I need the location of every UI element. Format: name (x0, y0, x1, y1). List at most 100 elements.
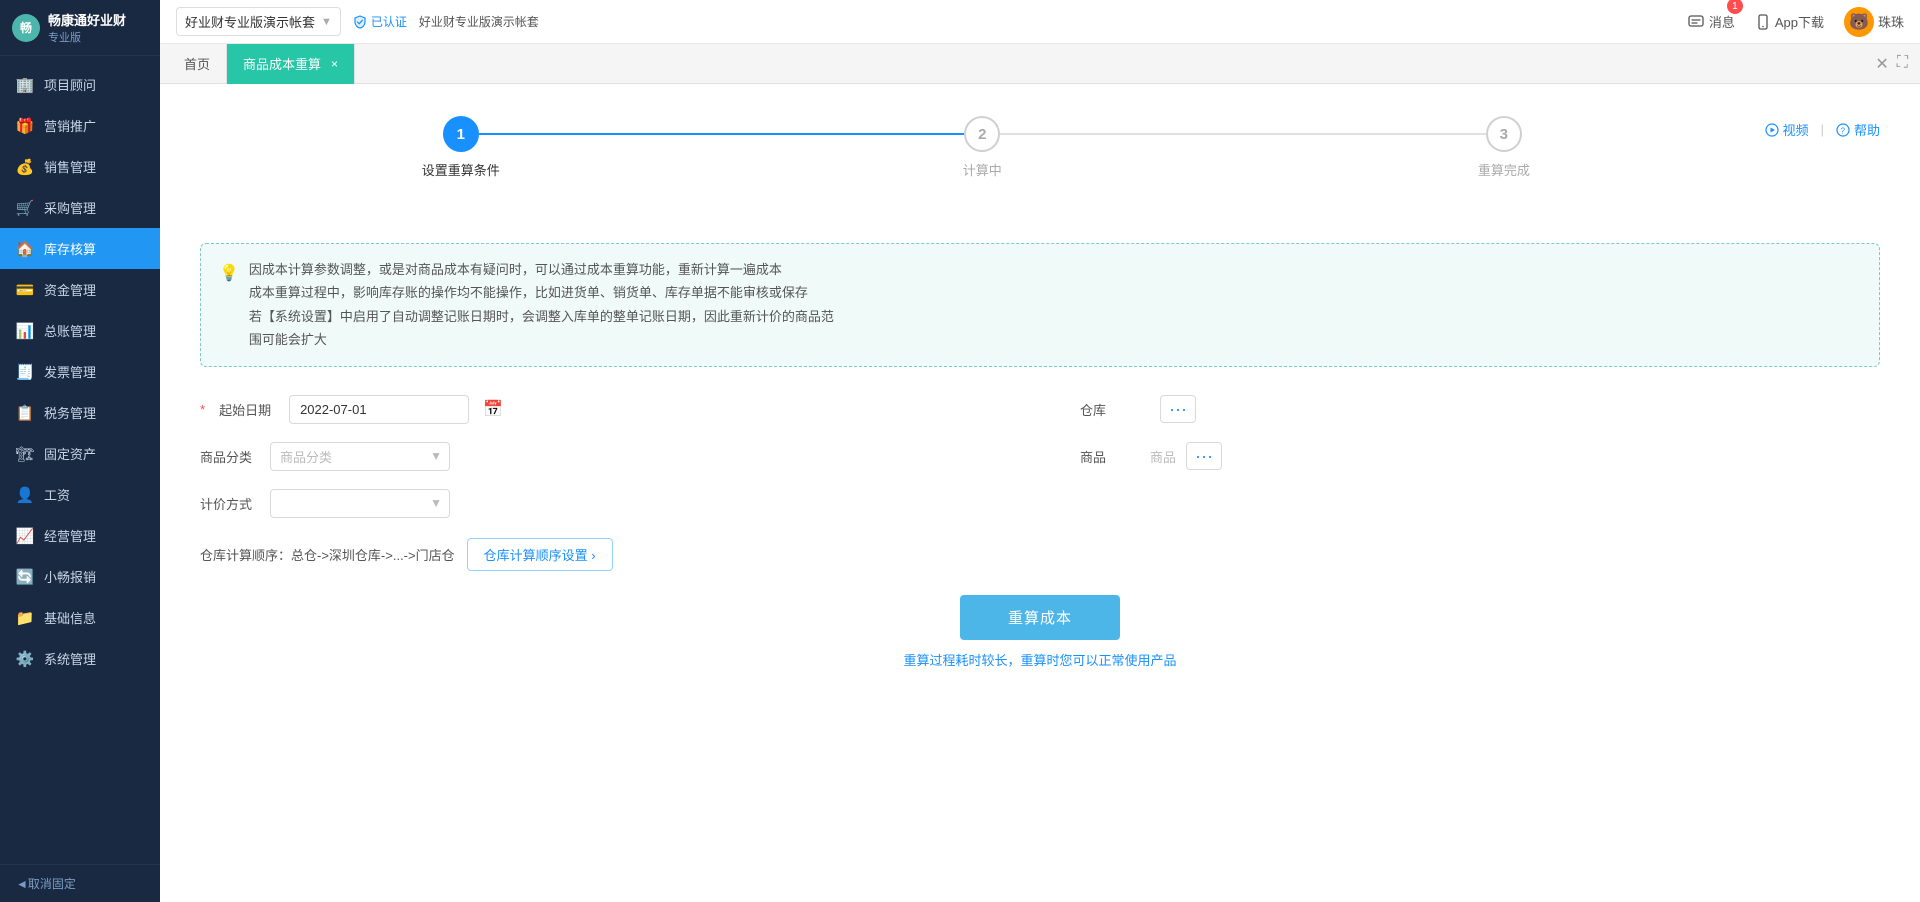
sidebar-item-payroll[interactable]: 👤 工资 (0, 474, 160, 515)
app-edition: 专业版 (48, 29, 126, 45)
sidebar-pin-toggle[interactable]: ◄取消固定 (0, 864, 160, 902)
step-3-circle: 3 (1486, 116, 1522, 152)
start-date-group: * 起始日期 📅 (200, 395, 1000, 424)
warehouse-select-button[interactable]: ··· (1160, 395, 1196, 423)
start-date-input[interactable] (289, 395, 469, 424)
payroll-icon: 👤 (16, 486, 34, 504)
tab-active-label: 商品成本重算 (243, 54, 321, 73)
video-button[interactable]: 视频 (1765, 120, 1809, 139)
step-3: 3 重算完成 (1243, 116, 1765, 179)
form-row-2: 商品分类 ▼ 商品分类 商品 商品 ··· (200, 442, 1880, 471)
system-icon: ⚙️ (16, 650, 34, 668)
assets-icon: 🏗 (16, 445, 34, 463)
app-download-button[interactable]: App下载 (1755, 12, 1824, 31)
info-line-2: 成本重算过程中，影响库存账的操作均不能操作，比如进货单、销货单、库存单据不能审核… (249, 281, 834, 304)
form-section: * 起始日期 📅 仓库 ··· 商品分类 (200, 395, 1880, 518)
operations-icon: 📈 (16, 527, 34, 545)
account-select-label: 好业财专业版演示帐套 (185, 12, 315, 31)
topbar-right: 1 消息 App下载 🐻 珠珠 (1687, 7, 1904, 37)
calendar-icon[interactable]: 📅 (483, 399, 503, 419)
sidebar-item-invoice[interactable]: 🧾 发票管理 (0, 351, 160, 392)
sidebar-item-tax[interactable]: 📋 税务管理 (0, 392, 160, 433)
step-1: 1 设置重算条件 (200, 116, 722, 179)
step-2-label: 计算中 (963, 160, 1002, 179)
sidebar-item-inventory[interactable]: 🏠 库存核算 (0, 228, 160, 269)
stepper: 1 设置重算条件 2 计算中 3 (200, 116, 1765, 179)
sidebar-item-accounting[interactable]: 📊 总账管理 (0, 310, 160, 351)
tab-home-label: 首页 (184, 54, 210, 73)
start-date-label: 起始日期 (219, 400, 279, 419)
pricing-select[interactable] (270, 489, 450, 518)
bulb-icon: 💡 (219, 260, 239, 352)
step-1-circle: 1 (443, 116, 479, 152)
tab-close-button[interactable]: × (331, 57, 338, 71)
phone-icon (1755, 14, 1771, 30)
product-select-button[interactable]: ··· (1186, 442, 1222, 470)
category-select[interactable] (270, 442, 450, 471)
account-name: 好业财专业版演示帐套 (419, 13, 539, 30)
recalc-button[interactable]: 重算成本 (960, 595, 1120, 640)
sidebar-item-operations[interactable]: 📈 经营管理 (0, 515, 160, 556)
sidebar-item-label: 项目顾问 (44, 75, 96, 94)
verified-label: 已认证 (371, 13, 407, 30)
sidebar-item-expense[interactable]: 🔄 小畅报销 (0, 556, 160, 597)
sidebar-item-label: 基础信息 (44, 608, 96, 627)
unpin-label: ◄取消固定 (16, 875, 76, 892)
sidebar-item-purchase[interactable]: 🛒 采购管理 (0, 187, 160, 228)
sidebar-item-label: 固定资产 (44, 444, 96, 463)
tab-product-cost-recalc[interactable]: 商品成本重算 × (227, 44, 355, 84)
page-content: 1 设置重算条件 2 计算中 3 (160, 84, 1920, 902)
sidebar-item-assets[interactable]: 🏗 固定资产 (0, 433, 160, 474)
sidebar-item-label: 税务管理 (44, 403, 96, 422)
close-window-button[interactable]: ✕ (1875, 54, 1888, 74)
warehouse-label: 仓库 (1080, 400, 1140, 419)
inventory-icon: 🏠 (16, 240, 34, 258)
accounting-icon: 📊 (16, 322, 34, 340)
tab-actions: ✕ ⛶ (1875, 54, 1920, 74)
tax-icon: 📋 (16, 404, 34, 422)
sidebar-item-label: 资金管理 (44, 280, 96, 299)
sidebar-nav: 🏢 项目顾问 🎁 营销推广 💰 销售管理 🛒 采购管理 🏠 库存核算 💳 资金管… (0, 56, 160, 864)
sidebar-item-marketing[interactable]: 🎁 营销推广 (0, 105, 160, 146)
verified-badge: 已认证 (353, 13, 407, 30)
help-button[interactable]: ? 帮助 (1836, 120, 1880, 139)
category-group: 商品分类 ▼ 商品分类 (200, 442, 1000, 471)
recalc-hint: 重算过程耗时较长，重算时您可以正常使用产品 (903, 650, 1176, 669)
sidebar-item-project[interactable]: 🏢 项目顾问 (0, 64, 160, 105)
app-download-label: App下载 (1775, 12, 1824, 31)
product-placeholder: 商品 (1150, 447, 1176, 466)
sidebar-item-label: 小畅报销 (44, 567, 96, 586)
messages-button[interactable]: 1 消息 (1687, 12, 1735, 31)
sidebar-item-label: 经营管理 (44, 526, 96, 545)
sidebar-item-finance[interactable]: 💳 资金管理 (0, 269, 160, 310)
app-logo: 畅 (12, 14, 40, 42)
step-3-label: 重算完成 (1478, 160, 1530, 179)
pricing-select-wrapper: ▼ (270, 489, 450, 518)
purchase-icon: 🛒 (16, 199, 34, 217)
info-line-1: 因成本计算参数调整，或是对商品成本有疑问时，可以通过成本重算功能，重新计算一遍成… (249, 258, 834, 281)
account-selector[interactable]: 好业财专业版演示帐套 ▼ (176, 7, 341, 36)
help-icon: ? (1836, 123, 1850, 137)
product-group: 商品 商品 ··· (1080, 442, 1880, 470)
sidebar-item-system[interactable]: ⚙️ 系统管理 (0, 638, 160, 679)
warehouse-order-row: 仓库计算顺序：总仓->深圳仓库->...->门店仓 仓库计算顺序设置 › (200, 538, 1880, 571)
product-label: 商品 (1080, 447, 1140, 466)
dropdown-icon: ▼ (321, 16, 332, 28)
expand-window-button[interactable]: ⛶ (1897, 54, 1908, 74)
sidebar-header: 畅 畅康通好业财 专业版 (0, 0, 160, 56)
app-title: 畅康通好业财 (48, 10, 126, 29)
sidebar-item-label: 销售管理 (44, 157, 96, 176)
sidebar-item-label: 系统管理 (44, 649, 96, 668)
warehouse-group: 仓库 ··· (1080, 395, 1880, 423)
avatar: 🐻 (1844, 7, 1874, 37)
tab-home[interactable]: 首页 (168, 44, 227, 84)
message-badge: 1 (1727, 0, 1743, 14)
user-avatar-button[interactable]: 🐻 珠珠 (1844, 7, 1904, 37)
sidebar-item-sales[interactable]: 💰 销售管理 (0, 146, 160, 187)
warehouse-order-settings-button[interactable]: 仓库计算顺序设置 › (467, 538, 613, 571)
main-area: 好业财专业版演示帐套 ▼ 已认证 好业财专业版演示帐套 1 消息 (160, 0, 1920, 902)
form-row-1: * 起始日期 📅 仓库 ··· (200, 395, 1880, 424)
sidebar-item-basic[interactable]: 📁 基础信息 (0, 597, 160, 638)
sidebar-item-label: 库存核算 (44, 239, 96, 258)
play-icon (1765, 123, 1779, 137)
